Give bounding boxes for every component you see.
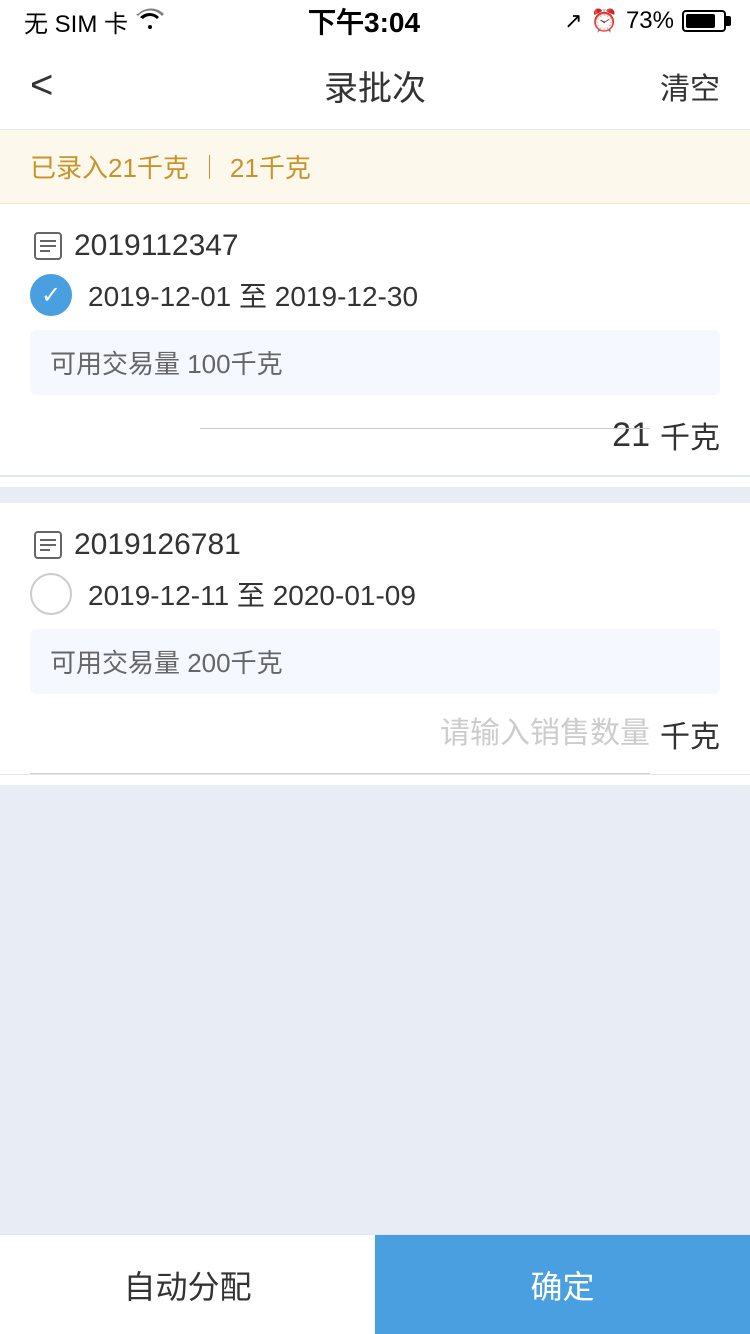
wifi-icon: [136, 7, 164, 36]
batch-2-amount-unit: 千克: [660, 712, 720, 756]
battery-icon: [682, 10, 726, 32]
confirm-button[interactable]: 确定: [375, 1235, 750, 1334]
batch-1-id: 2019112347: [74, 229, 239, 263]
back-button[interactable]: <: [30, 63, 90, 108]
battery-percent: 73%: [626, 7, 674, 35]
auto-distribute-button[interactable]: 自动分配: [0, 1235, 375, 1334]
batch-2-content: 2019126781 2019-12-11 至 2020-01-09 可用交易量…: [0, 503, 750, 694]
carrier-text: 无 SIM 卡: [24, 4, 128, 39]
batch-1-date-row[interactable]: 2019-12-01 至 2019-12-30: [30, 274, 720, 316]
batch-1-content: 2019112347 2019-12-01 至 2019-12-30 可用交易量…: [0, 204, 750, 395]
page-title: 录批次: [324, 61, 426, 110]
batch-2-radio[interactable]: [30, 573, 72, 615]
clear-button[interactable]: 清空: [660, 64, 720, 108]
section-divider: [0, 487, 750, 503]
status-bar: 无 SIM 卡 下午3:04 ↗ ⏰ 73%: [0, 0, 750, 42]
batch-2-avail: 可用交易量 200千克: [30, 629, 720, 694]
batch-2-amount-row[interactable]: 千克: [0, 694, 750, 775]
status-time: 下午3:04: [308, 1, 420, 41]
alarm-icon: ⏰: [591, 8, 618, 34]
status-right: ↗ ⏰ 73%: [564, 7, 726, 35]
batch-2-header: 2019126781: [30, 527, 720, 563]
batch-1-amount-value: 21: [612, 416, 650, 455]
bottom-bar: 自动分配 确定: [0, 1234, 750, 1334]
batch-1-avail: 可用交易量 100千克: [30, 330, 720, 395]
batch-1-amount-unit: 千克: [660, 413, 720, 457]
input-underline: [30, 773, 650, 774]
batch-1-radio[interactable]: [30, 274, 72, 316]
batch-2-id: 2019126781: [74, 528, 241, 562]
batch-2-amount-input[interactable]: [350, 717, 650, 751]
batch-2-date: 2019-12-11 至 2020-01-09: [88, 574, 416, 614]
location-icon: ↗: [564, 8, 582, 34]
batch-1-header: 2019112347: [30, 228, 720, 264]
banner-divider: [209, 155, 210, 179]
batch-2-date-row[interactable]: 2019-12-11 至 2020-01-09: [30, 573, 720, 615]
batch-1-amount-row: 21 千克: [0, 395, 750, 477]
batch-id-icon-1: [30, 228, 66, 264]
batch-1-date: 2019-12-01 至 2019-12-30: [88, 275, 418, 315]
empty-area: [0, 785, 750, 1235]
entered-amount: 已录入21千克: [30, 148, 189, 185]
batch-item-1: 2019112347 2019-12-01 至 2019-12-30 可用交易量…: [0, 204, 750, 487]
batch-id-icon-2: [30, 527, 66, 563]
nav-bar: < 录批次 清空: [0, 42, 750, 130]
info-banner: 已录入21千克 21千克: [0, 130, 750, 204]
status-left: 无 SIM 卡: [24, 4, 164, 39]
batch-item-2: 2019126781 2019-12-11 至 2020-01-09 可用交易量…: [0, 503, 750, 785]
total-amount: 21千克: [230, 148, 311, 185]
